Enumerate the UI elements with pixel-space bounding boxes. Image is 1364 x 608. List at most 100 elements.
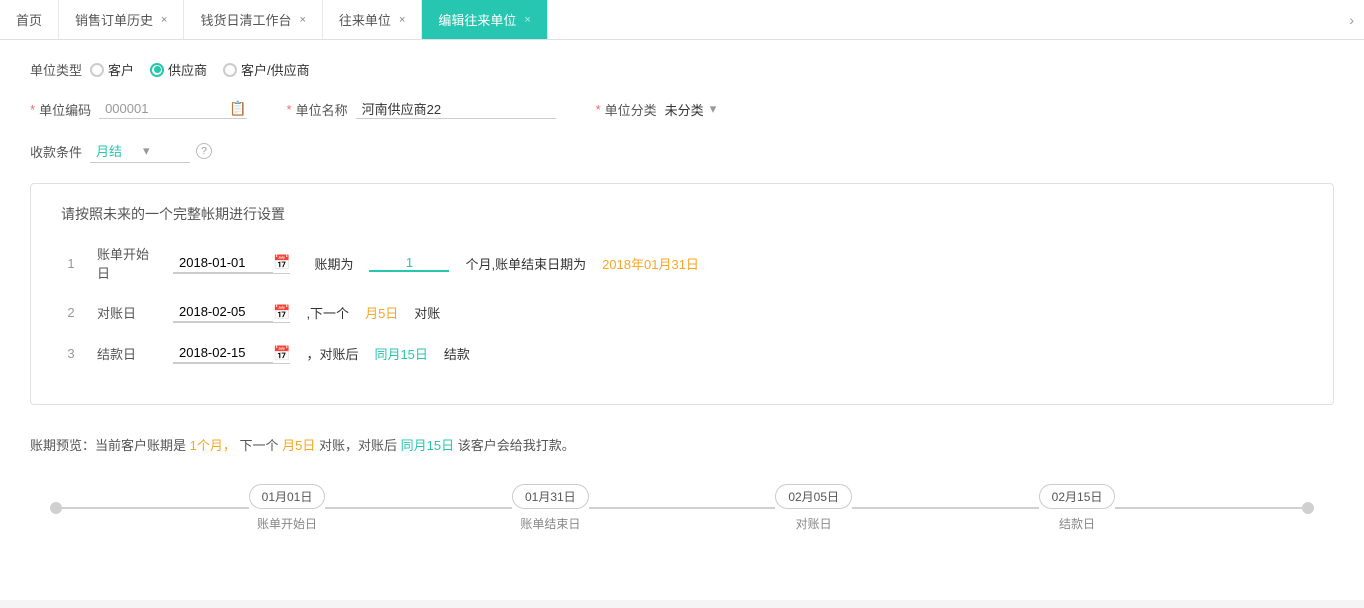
reconcile-date-calendar-icon[interactable]: 📅: [273, 304, 290, 321]
unit-category-label: 单位分类: [605, 100, 657, 119]
period-row-3-num: 3: [61, 346, 81, 361]
preview-prefix: 账期预览：当前客户账期是: [30, 438, 186, 453]
period-row-2-suffix: 对账: [414, 303, 440, 322]
period-row-2: 2 对账日 📅 ,下一个 月5日 对账: [61, 302, 1303, 323]
unit-info-row: * 单位编码 📋 * 单位名称 * 单位分类 未分类 ▾: [30, 99, 1334, 119]
unit-type-row: 单位类型 客户 供应商 客户/供应商: [30, 60, 1334, 79]
preview-highlight3: 同月15日: [401, 438, 454, 453]
payment-date-calendar-icon[interactable]: 📅: [273, 345, 290, 362]
preview-highlight1: 1个月，: [190, 438, 236, 453]
month-period-input[interactable]: [369, 255, 449, 272]
timeline-wrapper: 01月01日 账单开始日 01月31日 账单结束日 02月05日 对账日 02月…: [30, 474, 1334, 532]
unit-category-star: *: [596, 102, 601, 117]
unit-code-input-wrapper: 📋: [99, 99, 246, 119]
radio-customer-circle: [90, 63, 104, 77]
unit-code-star: *: [30, 102, 35, 117]
unit-category-value: 未分类: [665, 100, 704, 119]
reconcile-date-input[interactable]: [173, 302, 273, 322]
timeline-node-2: 01月31日 账单结束日: [512, 484, 589, 532]
timeline-spacer-4: [852, 507, 1039, 509]
payment-term-help[interactable]: ?: [196, 143, 212, 159]
timeline-label-1: 账单开始日: [257, 515, 317, 532]
radio-customer[interactable]: 客户: [90, 60, 134, 79]
tab-edit-partner[interactable]: 编辑往来单位 ×: [422, 0, 547, 39]
tab-home-label: 首页: [16, 10, 42, 29]
period-row-2-label: 对账日: [97, 303, 157, 322]
tab-more-button[interactable]: ›: [1339, 12, 1364, 28]
timeline-pill-4: 02月15日: [1039, 484, 1116, 509]
payment-term-value: 月结: [96, 141, 137, 160]
timeline-pill-2: 01月31日: [512, 484, 589, 509]
radio-both-label: 客户/供应商: [241, 60, 310, 79]
timeline-spacer-2: [325, 507, 512, 509]
tab-partners-close[interactable]: ×: [399, 14, 405, 26]
timeline-node-4: 02月15日 结款日: [1039, 484, 1116, 532]
unit-name-star: *: [287, 102, 292, 117]
timeline-label-4: 结款日: [1059, 515, 1095, 532]
timeline-dot-end: [1302, 502, 1314, 514]
payment-date-input[interactable]: [173, 343, 273, 363]
unit-type-group: 单位类型 客户 供应商 客户/供应商: [30, 60, 310, 79]
main-content: 单位类型 客户 供应商 客户/供应商 * 单位编码: [0, 40, 1364, 600]
tab-edit-partner-close[interactable]: ×: [524, 14, 530, 26]
timeline-spacer-3: [589, 507, 776, 509]
timeline-label-2: 账单结束日: [520, 515, 580, 532]
unit-type-label: 单位类型: [30, 60, 82, 79]
timeline-spacer-5: [1115, 507, 1302, 509]
period-row-2-prefix: ,下一个: [306, 303, 349, 322]
unit-code-input[interactable]: [99, 99, 229, 118]
tab-workbench[interactable]: 钱货日清工作台 ×: [184, 0, 322, 39]
preview-middle2: 对账，对账后: [319, 438, 397, 453]
radio-supplier[interactable]: 供应商: [150, 60, 207, 79]
unit-name-group: * 单位名称: [287, 99, 556, 119]
payment-term-row: 收款条件 月结 ▾ ?: [30, 139, 1334, 163]
period-row-1-num: 1: [61, 256, 81, 271]
payment-date-input-wrapper: 📅: [173, 343, 290, 364]
timeline-pill-1: 01月01日: [249, 484, 326, 509]
period-row-1-prefix: 账期为: [314, 254, 353, 273]
period-row-2-num: 2: [61, 305, 81, 320]
timeline-label-3: 对账日: [796, 515, 832, 532]
unit-category-group: * 单位分类 未分类 ▾: [596, 100, 815, 119]
timeline-node-3: 02月05日 对账日: [775, 484, 852, 532]
unit-name-input[interactable]: [356, 99, 556, 119]
period-row-3-label: 结款日: [97, 344, 157, 363]
period-title: 请按照未来的一个完整帐期进行设置: [61, 204, 1303, 224]
start-date-calendar-icon[interactable]: 📅: [273, 254, 290, 271]
preview-highlight2: 月5日: [282, 438, 315, 453]
payment-highlight: 同月15日: [374, 344, 427, 363]
tab-home[interactable]: 首页: [0, 0, 59, 39]
tab-sales-history[interactable]: 销售订单历史 ×: [59, 0, 184, 39]
timeline-spacer-1: [62, 507, 249, 509]
radio-customer-label: 客户: [108, 60, 134, 79]
preview-suffix: 该客户会给我打款。: [458, 438, 575, 453]
unit-code-label: 单位编码: [39, 100, 91, 119]
radio-both[interactable]: 客户/供应商: [223, 60, 310, 79]
unit-name-label: 单位名称: [296, 100, 348, 119]
unit-category-dropdown[interactable]: 未分类 ▾: [665, 100, 815, 119]
timeline: 01月01日 账单开始日 01月31日 账单结束日 02月05日 对账日 02月…: [50, 474, 1314, 532]
period-row-1-label: 账单开始日: [97, 244, 157, 282]
tab-sales-history-label: 销售订单历史: [75, 10, 153, 29]
preview-middle1: 下一个: [240, 438, 279, 453]
preview-section: 账期预览：当前客户账期是 1个月， 下一个 月5日 对账，对账后 同月15日 该…: [30, 425, 1334, 542]
period-row-3-prefix: ，对账后: [306, 344, 358, 363]
tab-sales-history-close[interactable]: ×: [161, 14, 167, 26]
tab-partners-label: 往来单位: [339, 10, 391, 29]
unit-category-arrow: ▾: [710, 101, 717, 117]
tabs-bar: 首页 销售订单历史 × 钱货日清工作台 × 往来单位 × 编辑往来单位 × ›: [0, 0, 1364, 40]
tab-workbench-close[interactable]: ×: [299, 14, 305, 26]
radio-supplier-label: 供应商: [168, 60, 207, 79]
period-row-3: 3 结款日 📅 ，对账后 同月15日 结款: [61, 343, 1303, 364]
tab-workbench-label: 钱货日清工作台: [200, 10, 291, 29]
start-date-input[interactable]: [173, 253, 273, 273]
unit-code-icon[interactable]: 📋: [229, 100, 246, 117]
timeline-node-1: 01月01日 账单开始日: [249, 484, 326, 532]
payment-term-dropdown[interactable]: 月结 ▾: [90, 139, 190, 163]
payment-term-group: 收款条件 月结 ▾ ?: [30, 139, 212, 163]
period-row-1: 1 账单开始日 📅 账期为 个月,账单结束日期为 2018年01月31日: [61, 244, 1303, 282]
preview-text: 账期预览：当前客户账期是 1个月， 下一个 月5日 对账，对账后 同月15日 该…: [30, 435, 1334, 454]
payment-term-arrow: ▾: [143, 143, 184, 159]
period-row-1-suffix: 个月,账单结束日期为: [465, 254, 586, 273]
tab-partners[interactable]: 往来单位 ×: [323, 0, 422, 39]
